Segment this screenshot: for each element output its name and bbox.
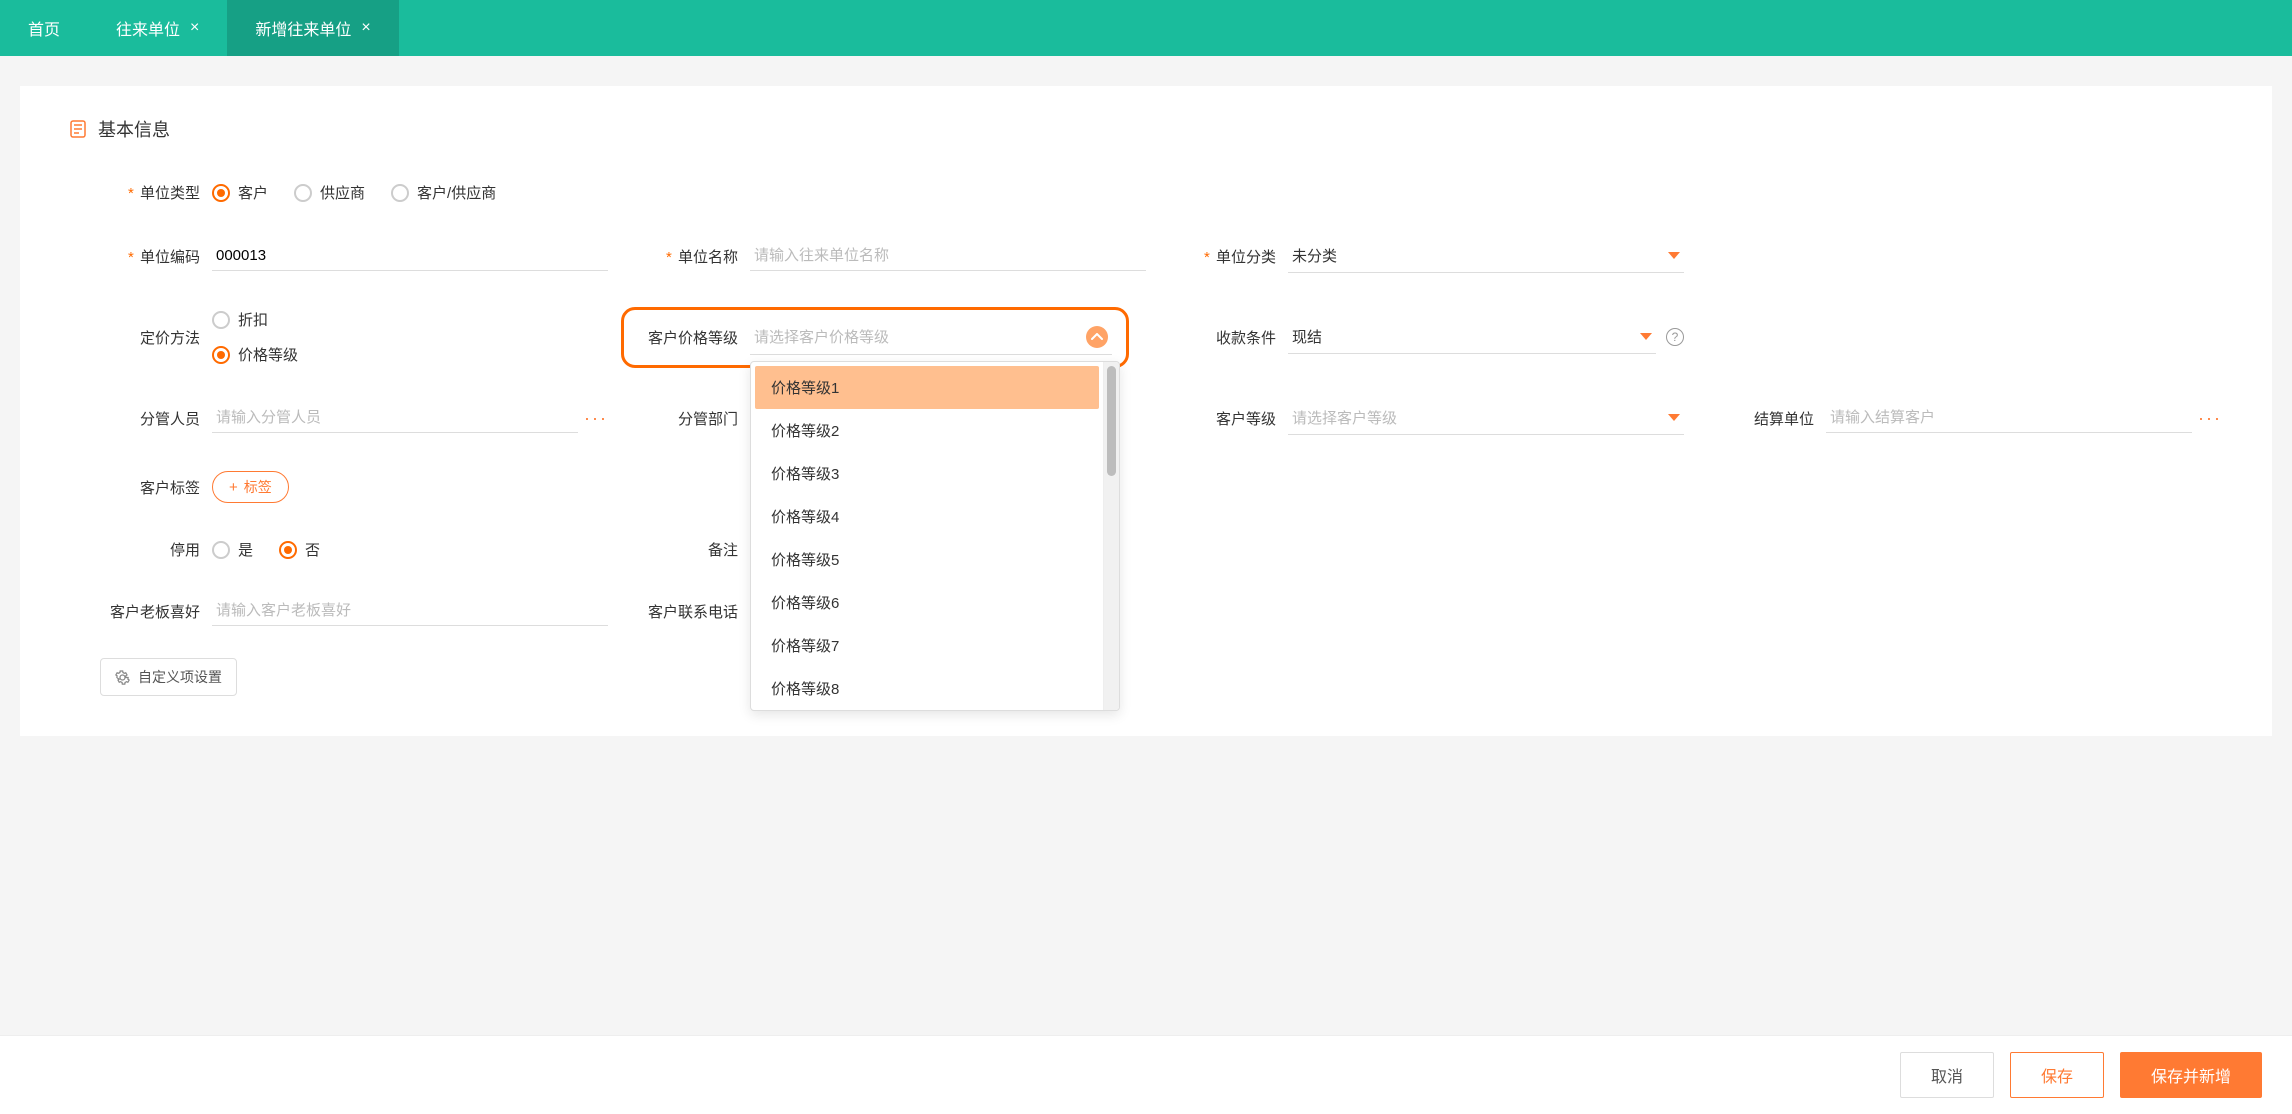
label-contact-phone: 客户联系电话	[638, 601, 738, 622]
label-unit-name: 单位名称	[638, 246, 738, 267]
scrollbar[interactable]	[1103, 362, 1119, 710]
radio-discount[interactable]: 折扣	[212, 309, 608, 330]
radio-price-level[interactable]: 价格等级	[212, 344, 608, 365]
close-icon[interactable]: ×	[361, 19, 370, 37]
unit-category-select[interactable]: 未分类	[1288, 239, 1684, 273]
tab-new-contact[interactable]: 新增往来单位×	[227, 0, 398, 56]
chevron-up-icon[interactable]	[1086, 326, 1108, 348]
label-price-level: 客户价格等级	[638, 327, 738, 348]
label-customer-level: 客户等级	[1176, 408, 1276, 429]
radio-disabled-yes[interactable]: 是	[212, 539, 253, 560]
tab-bar: 首页 往来单位× 新增往来单位×	[0, 0, 2292, 56]
unit-code-input[interactable]	[212, 241, 608, 271]
label-customer-tag: 客户标签	[100, 477, 200, 498]
label-disabled: 停用	[100, 539, 200, 560]
form-icon	[70, 120, 88, 138]
scrollbar-thumb[interactable]	[1107, 366, 1116, 476]
gear-icon	[115, 670, 130, 685]
customer-level-select[interactable]: 请选择客户等级	[1288, 401, 1684, 435]
label-settlement-unit: 结算单位	[1714, 408, 1814, 429]
dropdown-item[interactable]: 价格等级1	[755, 366, 1099, 409]
save-and-new-button[interactable]: 保存并新增	[2120, 1052, 2262, 1098]
label-unit-category: 单位分类	[1176, 246, 1276, 267]
radio-customer[interactable]: 客户	[212, 182, 268, 203]
radio-supplier[interactable]: 供应商	[294, 182, 365, 203]
chevron-down-icon	[1668, 414, 1680, 421]
dropdown-item[interactable]: 价格等级2	[755, 409, 1099, 452]
radio-both[interactable]: 客户/供应商	[391, 182, 496, 203]
cancel-button[interactable]: 取消	[1900, 1052, 1994, 1098]
payment-terms-select[interactable]: 现结	[1288, 320, 1656, 354]
dropdown-item[interactable]: 价格等级3	[755, 452, 1099, 495]
tab-home[interactable]: 首页	[0, 0, 88, 56]
unit-name-input[interactable]	[750, 241, 1146, 271]
price-level-highlight: 客户价格等级 请选择客户价格等级 价格等级1价格等级2价格等级3价格等级4价格等…	[621, 307, 1129, 368]
plus-icon: +	[229, 479, 238, 496]
label-responsible-dept: 分管部门	[638, 408, 738, 429]
settlement-unit-input[interactable]	[1826, 403, 2192, 433]
chevron-down-icon	[1640, 333, 1652, 340]
label-unit-code: 单位编码	[100, 246, 200, 267]
footer-actions: 取消 保存 保存并新增	[0, 1035, 2292, 1114]
label-payment-terms: 收款条件	[1176, 327, 1276, 348]
dropdown-item[interactable]: 价格等级8	[755, 667, 1099, 710]
label-responsible-person: 分管人员	[100, 408, 200, 429]
save-button[interactable]: 保存	[2010, 1052, 2104, 1098]
label-remark: 备注	[638, 539, 738, 560]
more-icon[interactable]: ···	[2198, 408, 2222, 429]
close-icon[interactable]: ×	[190, 19, 199, 37]
section-title: 基本信息	[98, 116, 170, 142]
price-level-select[interactable]: 请选择客户价格等级	[750, 320, 1112, 355]
dropdown-item[interactable]: 价格等级4	[755, 495, 1099, 538]
more-icon[interactable]: ···	[584, 408, 608, 429]
boss-preference-input[interactable]	[212, 596, 608, 626]
responsible-person-input[interactable]	[212, 403, 578, 433]
price-level-dropdown: 价格等级1价格等级2价格等级3价格等级4价格等级5价格等级6价格等级7价格等级8	[750, 361, 1120, 711]
radio-disabled-no[interactable]: 否	[279, 539, 320, 560]
label-boss-preference: 客户老板喜好	[100, 601, 200, 622]
add-tag-button[interactable]: +标签	[212, 471, 289, 503]
dropdown-item[interactable]: 价格等级6	[755, 581, 1099, 624]
label-pricing-method: 定价方法	[100, 327, 200, 348]
dropdown-item[interactable]: 价格等级7	[755, 624, 1099, 667]
chevron-down-icon	[1668, 252, 1680, 259]
custom-fields-button[interactable]: 自定义项设置	[100, 658, 237, 696]
tab-contacts[interactable]: 往来单位×	[88, 0, 227, 56]
help-icon[interactable]: ?	[1666, 328, 1684, 346]
dropdown-item[interactable]: 价格等级5	[755, 538, 1099, 581]
label-unit-type: 单位类型	[100, 182, 200, 203]
